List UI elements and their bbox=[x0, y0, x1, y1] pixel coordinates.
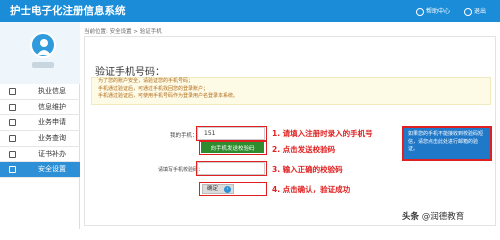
breadcrumb: 当前位置: 安全设置 > 验证手机 bbox=[84, 29, 162, 35]
sidebar-item-label: 证书补办 bbox=[38, 149, 66, 158]
sidebar-item-business-apply[interactable]: 业务申请 bbox=[0, 115, 80, 132]
page-title: 验证手机号码： bbox=[95, 67, 165, 78]
watermark-prefix: 头条 bbox=[402, 212, 420, 222]
sidebar-item-label: 安全设置 bbox=[38, 165, 66, 174]
annotation-step-1: 1. 请填入注册时录入的手机号 bbox=[272, 129, 373, 138]
help-center-link[interactable]: 帮助中心 bbox=[416, 6, 450, 16]
watermark-text: @润德教育 bbox=[421, 212, 465, 222]
sidebar-item-certificate-reissue[interactable]: 证书补办 bbox=[0, 147, 80, 163]
avatar bbox=[30, 32, 56, 58]
edit-icon bbox=[9, 103, 16, 111]
sidebar-item-security[interactable]: 安全设置 bbox=[0, 162, 80, 179]
sidebar-item-label: 业务申请 bbox=[38, 118, 66, 127]
annotation-box-code bbox=[196, 161, 267, 176]
annotation-step-2: 2. 点击发送校验码 bbox=[272, 145, 336, 154]
exit-link[interactable]: 退出 bbox=[464, 6, 486, 16]
watermark: 头条 @润德教育 bbox=[402, 210, 464, 222]
phone-label: 我的手机： bbox=[170, 133, 198, 139]
notice-line: 为了您的账户安全，请验证您的手机号码； bbox=[98, 78, 194, 84]
sidebar-item-label: 执业信息 bbox=[38, 87, 66, 95]
app-title: 护士电子化注册信息系统 bbox=[10, 5, 126, 17]
practice-icon bbox=[9, 88, 16, 95]
user-panel bbox=[0, 22, 80, 84]
annotation-box-confirm bbox=[199, 182, 267, 196]
user-icon bbox=[37, 39, 51, 55]
annotation-box-phone bbox=[196, 126, 267, 141]
sidebar-item-info-maintenance[interactable]: 信息维护 bbox=[0, 100, 80, 116]
exit-label: 退出 bbox=[474, 8, 487, 15]
power-icon bbox=[464, 7, 472, 16]
annotation-box-send bbox=[199, 141, 267, 155]
top-header: 护士电子化注册信息系统 帮助中心 退出 bbox=[0, 0, 500, 22]
sidebar-item-label: 业务查询 bbox=[38, 134, 66, 143]
annotation-step-4: 4. 点击确认，验证成功 bbox=[272, 185, 351, 194]
sidebar-nav: 执业信息 信息维护 业务申请 业务查询 证书补办 安全设置 bbox=[0, 84, 80, 179]
notice-line: 手机通过验证后，可通过手机找回您的登录账户； bbox=[98, 85, 209, 92]
help-label: 帮助中心 bbox=[426, 8, 451, 15]
notice-line: 手机通过验证后，可使用手机号码作为登录用户名登录本系统。 bbox=[98, 93, 239, 99]
email-verify-link[interactable]: 如果您的手机不能接收到校验码短信，请您点击此处进行邮箱的验证。 bbox=[402, 126, 492, 161]
sidebar: 执业信息 信息维护 业务申请 业务查询 证书补办 安全设置 bbox=[0, 22, 80, 229]
certificate-icon bbox=[9, 150, 16, 158]
search-icon bbox=[9, 135, 16, 143]
sidebar-item-practice-info[interactable]: 执业信息 bbox=[0, 84, 80, 100]
sidebar-item-business-query[interactable]: 业务查询 bbox=[0, 131, 80, 147]
apply-icon bbox=[9, 119, 16, 127]
annotation-step-3: 3. 输入正确的校验码 bbox=[272, 165, 343, 174]
help-icon bbox=[416, 7, 424, 16]
lock-icon bbox=[9, 166, 16, 174]
username-redacted bbox=[32, 62, 54, 68]
notice-box: 为了您的账户安全，请验证您的手机号码； 手机通过验证后，可通过手机找回您的登录账… bbox=[91, 77, 491, 105]
sidebar-item-label: 信息维护 bbox=[38, 102, 66, 111]
